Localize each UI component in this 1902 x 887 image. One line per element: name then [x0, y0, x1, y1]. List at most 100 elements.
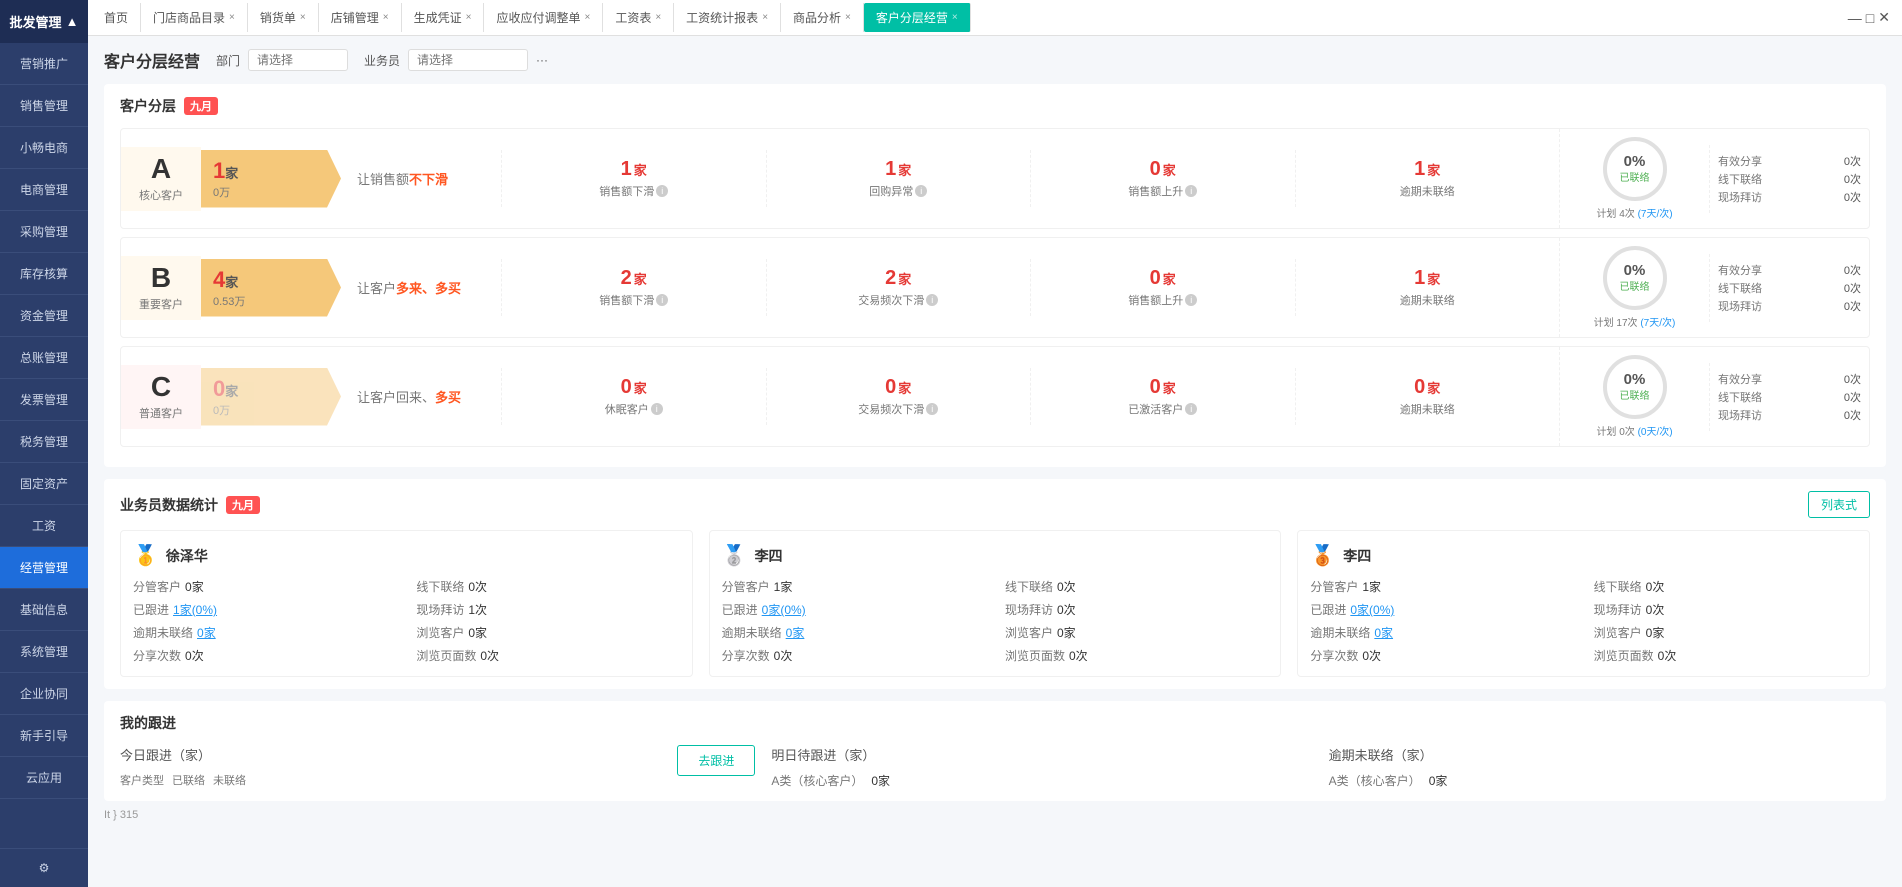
followup-title: 我的跟进 — [120, 713, 1870, 733]
staff-metric-row: 已跟进 0家(0%) — [1310, 601, 1573, 618]
staff-metric-val: 0次 — [1658, 647, 1677, 664]
sidebar-item-caigou[interactable]: 采购管理 — [0, 211, 88, 253]
staff-metric-row: 逾期未联络 0家 — [1310, 624, 1573, 641]
plan-link[interactable]: (7天/次) — [1638, 209, 1673, 220]
sidebar-item-xitong[interactable]: 系统管理 — [0, 631, 88, 673]
tier-metrics-c: 0家 休眠客户 i 0家 交易频次下滑 i 0家 已激活客户 i 0家 逾期未联… — [501, 368, 1559, 425]
sidebar-item-xiaoshou[interactable]: 销售管理 — [0, 85, 88, 127]
tab-close-mendian[interactable]: × — [229, 12, 235, 23]
sidebar-item-zijin[interactable]: 资金管理 — [0, 295, 88, 337]
staff-name-2: 李四 — [1343, 546, 1371, 566]
staff-metric-val: 0次 — [1057, 601, 1076, 618]
tier-metric1-a: 1家 销售额下滑 i — [501, 150, 766, 207]
staff-filter: 业务员 ··· — [364, 49, 548, 71]
biz-stats-header: 业务员数据统计 九月 列表式 — [120, 491, 1870, 518]
staff-metric-val[interactable]: 0家(0%) — [1350, 601, 1394, 618]
sidebar-item-jichu[interactable]: 基础信息 — [0, 589, 88, 631]
staff-metric-row: 分享次数 0次 — [722, 647, 985, 664]
staff-metric-val[interactable]: 0家 — [786, 624, 805, 641]
tab-shangpin[interactable]: 商品分析× — [781, 3, 864, 32]
staff-metric-val[interactable]: 1家(0%) — [173, 601, 217, 618]
tab-close-icon[interactable]: ✕ — [1878, 9, 1890, 26]
plan-link[interactable]: (7天/次) — [1640, 318, 1675, 329]
staff-metric-val: 0次 — [774, 647, 793, 664]
tab-restore-icon[interactable]: □ — [1866, 10, 1874, 26]
goto-followup-button[interactable]: 去跟进 — [677, 745, 755, 776]
followup-cols: 今日跟进（家） 客户类型 已联络 未联络 去跟进 明日待跟进（家） A类（核心客… — [120, 745, 1870, 789]
staff-metric-val: 0次 — [1069, 647, 1088, 664]
tab-kehu[interactable]: 客户分层经营× — [864, 3, 971, 32]
staff-select[interactable] — [408, 49, 528, 71]
tab-close-gongzitongji[interactable]: × — [762, 12, 768, 23]
staff-name-1: 李四 — [755, 546, 783, 566]
staff-name-row-2: 🥉 李四 — [1310, 543, 1857, 568]
filter-more-icon[interactable]: ··· — [536, 53, 548, 67]
tab-minimize-icon[interactable]: — — [1848, 10, 1862, 26]
tab-yingshou[interactable]: 应收应付调整单 × — [484, 3, 603, 32]
page-title: 客户分层经营 — [104, 48, 200, 72]
sidebar-item-yun[interactable]: 云应用 — [0, 757, 88, 799]
list-view-button[interactable]: 列表式 — [1808, 491, 1870, 518]
sidebar-item-qiye[interactable]: 企业协同 — [0, 673, 88, 715]
sidebar-item-shuiwu[interactable]: 税务管理 — [0, 421, 88, 463]
tab-label-yingshou: 应收应付调整单 — [496, 9, 580, 26]
plan-link[interactable]: (0天/次) — [1638, 427, 1673, 438]
info-icon: i — [656, 185, 668, 197]
gear-icon[interactable]: ⚙ — [0, 848, 88, 887]
contact-circle-a: 0% 已联络 — [1603, 137, 1667, 201]
tab-mendian[interactable]: 门店商品目录× — [141, 3, 248, 32]
sidebar-item-zhangmu[interactable]: 总账管理 — [0, 337, 88, 379]
staff-medal-0: 🥇 — [133, 543, 158, 568]
tab-gongzibiao[interactable]: 工资表× — [603, 3, 674, 32]
dept-select[interactable] — [248, 49, 348, 71]
tier-metric2-a: 1家 回购异常 i — [766, 150, 1031, 207]
tab-close-kehu[interactable]: × — [952, 12, 958, 23]
staff-card-0: 🥇 徐泽华 分管客户 0家 线下联络 0次 已跟进 1家(0%) 现场拜访 1次 — [120, 530, 693, 677]
staff-metric-row: 浏览页面数 0次 — [1594, 647, 1857, 664]
bottom-note: It } 315 — [104, 801, 1886, 829]
tab-label-dianpu: 店铺管理 — [331, 9, 379, 26]
tab-gongzitongji[interactable]: 工资统计报表× — [674, 3, 781, 32]
sidebar-item-gongzi[interactable]: 工资 — [0, 505, 88, 547]
sidebar-item-xiaodian[interactable]: 小畅电商 — [0, 127, 88, 169]
sidebar-item-guding[interactable]: 固定资产 — [0, 463, 88, 505]
sidebar-item-yingxiao[interactable]: 营销推广 — [0, 43, 88, 85]
tab-shengcheng[interactable]: 生成凭证× — [402, 3, 485, 32]
tab-close-shangpin[interactable]: × — [845, 12, 851, 23]
tier-side-stats-c: 有效分享0次线下联络0次现场拜访0次 — [1709, 363, 1869, 431]
tab-bar: 首页门店商品目录×销货单×店铺管理×生成凭证×应收应付调整单×工资表×工资统计报… — [88, 0, 1902, 36]
sidebar-collapse-icon[interactable]: ▲ — [66, 14, 79, 29]
sidebar-item-kucun[interactable]: 库存核算 — [0, 253, 88, 295]
today-col3: 未联络 — [213, 772, 246, 788]
sidebar-item-jingying[interactable]: 经营管理 — [0, 547, 88, 589]
staff-metric-val: 0家 — [1646, 624, 1665, 641]
tier-metric4-b: 1家 逾期未联络 — [1295, 259, 1560, 316]
sidebar-header[interactable]: 批发管理 ▲ — [0, 0, 88, 43]
sidebar-item-xinshou[interactable]: 新手引导 — [0, 715, 88, 757]
tab-dianpu[interactable]: 店铺管理 × — [319, 3, 402, 32]
sidebar-item-fapiao[interactable]: 发票管理 — [0, 379, 88, 421]
tier-metric4-a: 1家 逾期未联络 — [1295, 150, 1560, 207]
staff-name-row-0: 🥇 徐泽华 — [133, 543, 680, 568]
staff-metric-val[interactable]: 0家(0%) — [762, 601, 806, 618]
tier-side-stats-a: 有效分享0次线下联络0次现场拜访0次 — [1709, 145, 1869, 213]
tier-name-b: 重要客户 — [139, 296, 183, 312]
tab-close-xiaohuo[interactable]: × — [300, 12, 306, 23]
tier-metrics-a: 1家 销售额下滑 i 1家 回购异常 i 0家 销售额上升 i 1家 逾期未联络 — [501, 150, 1559, 207]
tab-home[interactable]: 首页 — [92, 3, 141, 32]
tier-metric1-b: 2家 销售额下滑 i — [501, 259, 766, 316]
tab-close-dianpu[interactable]: × — [383, 12, 389, 23]
staff-metric-val[interactable]: 0家 — [1374, 624, 1393, 641]
sidebar-item-dianshang[interactable]: 电商管理 — [0, 169, 88, 211]
tab-close-yingshou[interactable]: × — [584, 12, 590, 23]
tab-close-shengcheng[interactable]: × — [466, 12, 472, 23]
tab-xiaohuo[interactable]: 销货单× — [248, 3, 319, 32]
staff-metric-val[interactable]: 0家 — [197, 624, 216, 641]
overdue-val: 0家 — [1429, 772, 1448, 789]
staff-metric-val: 0次 — [468, 578, 487, 595]
tab-close-gongzibiao[interactable]: × — [655, 12, 661, 23]
staff-metric-val: 0次 — [185, 647, 204, 664]
staff-metric-row: 浏览客户 0家 — [1005, 624, 1268, 641]
biz-month-badge: 九月 — [226, 496, 260, 514]
main-area: 首页门店商品目录×销货单×店铺管理×生成凭证×应收应付调整单×工资表×工资统计报… — [88, 0, 1902, 887]
